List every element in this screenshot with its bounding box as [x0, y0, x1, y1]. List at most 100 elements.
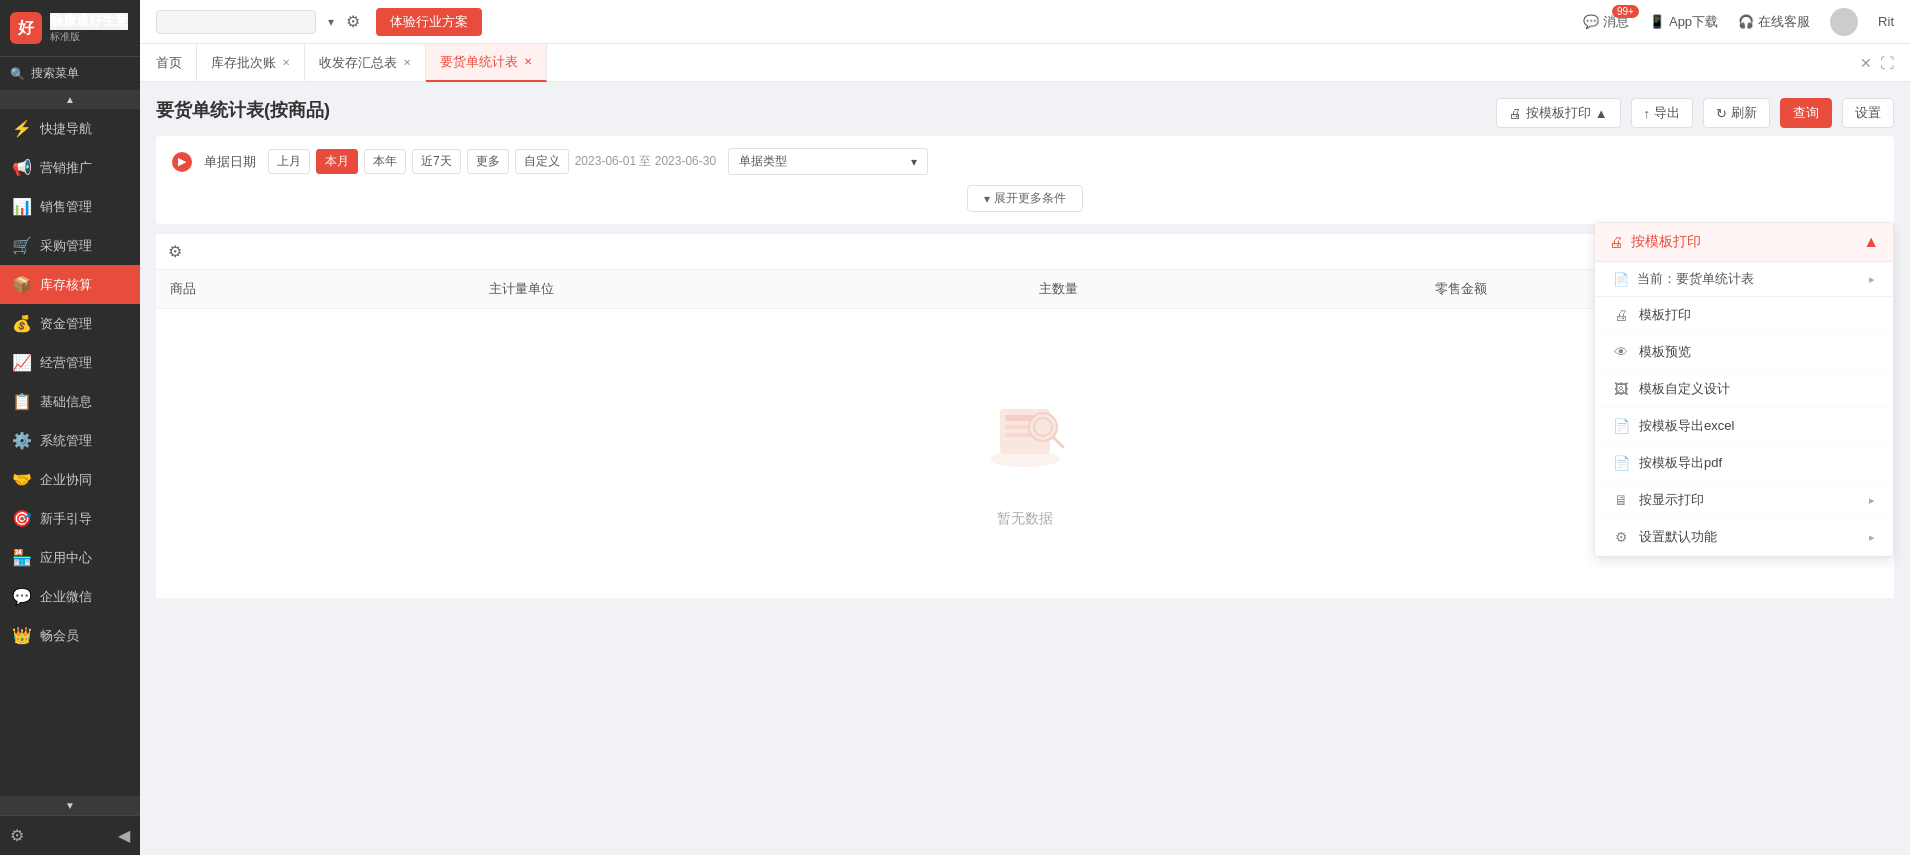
sidebar-footer: ⚙ ◀ — [0, 815, 140, 855]
tab-order-stats-close[interactable]: ✕ — [524, 56, 532, 67]
sidebar-item-wechat[interactable]: 💬 企业微信 — [0, 577, 140, 616]
username-item[interactable]: Rit — [1878, 14, 1894, 29]
col-header-unit: 主计量单位 — [475, 270, 1025, 309]
finance-icon: 💰 — [12, 314, 32, 333]
print-icon: 🖨 — [1509, 106, 1522, 121]
sidebar-item-sales[interactable]: 📊 销售管理 — [0, 187, 140, 226]
export-btn[interactable]: ↑ 导出 — [1631, 98, 1694, 128]
date-btn-this-month[interactable]: 本月 — [316, 149, 358, 174]
expand-more-btn[interactable]: ▾ 展开更多条件 — [967, 185, 1083, 212]
tab-inventory-batch[interactable]: 库存批次账 ✕ — [197, 44, 305, 82]
sidebar-item-quick-nav[interactable]: ⚡ 快捷导航 — [0, 109, 140, 148]
dropdown-item-export-pdf[interactable]: 📄 按模板导出pdf — [1595, 445, 1893, 482]
sidebar-search[interactable]: 🔍 搜索菜单 — [0, 57, 140, 90]
default-func-arrow: ▸ — [1869, 531, 1875, 544]
print-arrow-icon: ▲ — [1595, 106, 1608, 121]
sidebar-item-inventory[interactable]: 📦 库存核算 — [0, 265, 140, 304]
dropdown-header[interactable]: 🖨 按模板打印 ▲ — [1595, 223, 1893, 262]
user-avatar-item[interactable] — [1830, 8, 1858, 36]
date-btn-last-month[interactable]: 上月 — [268, 149, 310, 174]
sidebar-item-member[interactable]: 👑 畅会员 — [0, 616, 140, 655]
topbar-dropdown-arrow[interactable]: ▾ — [328, 15, 334, 29]
current-arrow-icon: ▸ — [1869, 273, 1875, 286]
col-header-product: 商品 — [156, 270, 475, 309]
scroll-up-btn[interactable]: ▲ — [0, 90, 140, 109]
sidebar-item-guide[interactable]: 🎯 新手引导 — [0, 499, 140, 538]
window-maximize-btn[interactable]: ⛶ — [1880, 55, 1894, 71]
item-preview-icon: 👁 — [1613, 344, 1629, 360]
window-close-btn[interactable]: ✕ — [1860, 55, 1872, 71]
table-settings-icon[interactable]: ⚙ — [168, 242, 182, 261]
display-print-arrow: ▸ — [1869, 494, 1875, 507]
dropdown-default-function[interactable]: ⚙ 设置默认功能 ▸ — [1595, 519, 1893, 556]
query-btn[interactable]: 查询 — [1780, 98, 1832, 128]
settings-btn[interactable]: 设置 — [1842, 98, 1894, 128]
refresh-icon: ↻ — [1716, 106, 1727, 121]
date-range-display: 2023-06-01 至 2023-06-30 — [575, 153, 716, 170]
dropdown-item-template-print[interactable]: 🖨 模板打印 — [1595, 297, 1893, 334]
action-bar: 🖨 按模板打印 ▲ ↑ 导出 ↻ 刷新 查询 设置 — [1496, 98, 1894, 128]
filter-row: ▶ 单据日期 上月 本月 本年 近7天 更多 自定义 2023-06-01 至 … — [172, 148, 1878, 175]
scroll-down-btn[interactable]: ▼ — [0, 796, 140, 815]
system-icon: ⚙️ — [12, 431, 32, 450]
headset-icon: 🎧 — [1738, 14, 1754, 29]
sidebar-item-appstore[interactable]: 🏪 应用中心 — [0, 538, 140, 577]
tab-receipt-summary[interactable]: 收发存汇总表 ✕ — [305, 44, 426, 82]
date-btn-more[interactable]: 更多 — [467, 149, 509, 174]
expand-row: ▾ 展开更多条件 — [172, 185, 1878, 212]
col-header-qty: 主数量 — [1025, 270, 1421, 309]
item-excel-icon: 📄 — [1613, 418, 1629, 434]
dropdown-close-icon[interactable]: ▲ — [1863, 233, 1879, 251]
sidebar-item-basic[interactable]: 📋 基础信息 — [0, 382, 140, 421]
inventory-icon: 📦 — [12, 275, 32, 294]
purchase-icon: 🛒 — [12, 236, 32, 255]
topbar-search-input[interactable] — [156, 10, 316, 34]
filter-expand-arrow[interactable]: ▶ — [172, 152, 192, 172]
messages-item[interactable]: 💬 消息 99+ — [1583, 13, 1629, 31]
date-buttons: 上月 本月 本年 近7天 更多 自定义 2023-06-01 至 2023-06… — [268, 149, 716, 174]
footer-collapse-icon[interactable]: ◀ — [118, 826, 130, 845]
topbar-right: 💬 消息 99+ 📱 App下载 🎧 在线客服 Rit — [1583, 8, 1894, 36]
sidebar-item-purchase[interactable]: 🛒 采购管理 — [0, 226, 140, 265]
refresh-btn[interactable]: ↻ 刷新 — [1703, 98, 1770, 128]
search-icon: 🔍 — [10, 67, 25, 81]
online-service-item[interactable]: 🎧 在线客服 — [1738, 13, 1810, 31]
empty-text: 暂无数据 — [997, 510, 1053, 528]
sidebar-item-finance[interactable]: 💰 资金管理 — [0, 304, 140, 343]
empty-icon — [975, 379, 1075, 498]
date-btn-this-year[interactable]: 本年 — [364, 149, 406, 174]
sidebar-item-operation[interactable]: 📈 经营管理 — [0, 343, 140, 382]
print-btn[interactable]: 🖨 按模板打印 ▲ — [1496, 98, 1621, 128]
tab-inventory-batch-close[interactable]: ✕ — [282, 57, 290, 68]
operation-icon: 📈 — [12, 353, 32, 372]
dropdown-item-template-design[interactable]: 🖼 模板自定义设计 — [1595, 371, 1893, 408]
footer-settings-icon[interactable]: ⚙ — [10, 826, 24, 845]
type-select[interactable]: 单据类型 ▾ — [728, 148, 928, 175]
export-icon: ↑ — [1644, 106, 1651, 121]
tab-order-stats[interactable]: 要货单统计表 ✕ — [426, 44, 547, 82]
tab-receipt-summary-close[interactable]: ✕ — [403, 57, 411, 68]
avatar — [1830, 8, 1858, 36]
sidebar-item-marketing[interactable]: 📢 营销推广 — [0, 148, 140, 187]
dropdown-current-label[interactable]: 📄 当前：要货单统计表 ▸ — [1595, 262, 1893, 297]
tabbar: 首页 库存批次账 ✕ 收发存汇总表 ✕ 要货单统计表 ✕ ✕ ⛶ — [140, 44, 1910, 82]
expand-down-icon: ▾ — [984, 192, 990, 206]
app-download-item[interactable]: 📱 App下载 — [1649, 13, 1718, 31]
sidebar-item-system[interactable]: ⚙️ 系统管理 — [0, 421, 140, 460]
dropdown-item-template-preview[interactable]: 👁 模板预览 — [1595, 334, 1893, 371]
phone-icon: 📱 — [1649, 14, 1665, 29]
topbar-settings-icon[interactable]: ⚙ — [346, 12, 360, 31]
dropdown-item-export-excel[interactable]: 📄 按模板导出excel — [1595, 408, 1893, 445]
type-label: 单据类型 — [739, 153, 787, 170]
sidebar-item-collab[interactable]: 🤝 企业协同 — [0, 460, 140, 499]
messages-badge: 99+ — [1612, 5, 1639, 18]
date-btn-custom[interactable]: 自定义 — [515, 149, 569, 174]
date-btn-7days[interactable]: 近7天 — [412, 149, 461, 174]
trial-btn[interactable]: 体验行业方案 — [376, 8, 482, 36]
date-filter-label: 单据日期 — [204, 153, 256, 171]
marketing-icon: 📢 — [12, 158, 32, 177]
basic-icon: 📋 — [12, 392, 32, 411]
tab-home[interactable]: 首页 — [156, 44, 197, 82]
guide-icon: 🎯 — [12, 509, 32, 528]
dropdown-display-print[interactable]: 🖥 按显示打印 ▸ — [1595, 482, 1893, 519]
